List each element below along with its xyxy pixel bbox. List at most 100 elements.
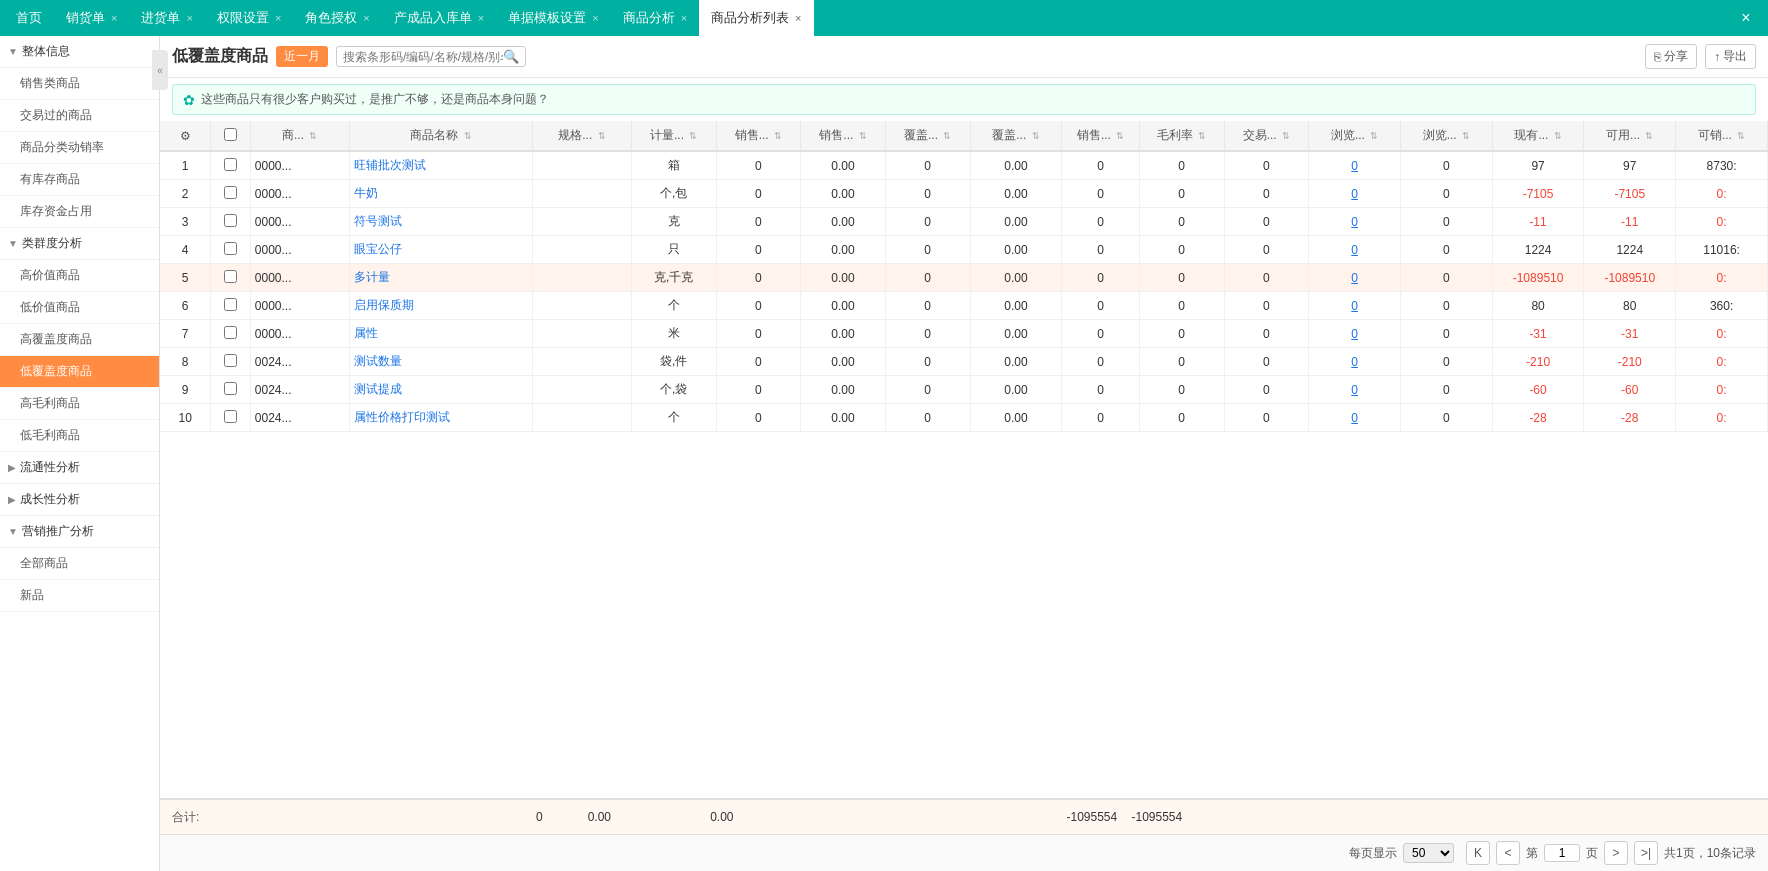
nav-tab-production[interactable]: 产成品入库单 × — [382, 0, 496, 36]
cell-name[interactable]: 多计量 — [349, 264, 532, 292]
nav-tab-template-close[interactable]: × — [592, 12, 598, 24]
col-header-browse2[interactable]: 浏览... ⇅ — [1400, 121, 1492, 151]
cell-check[interactable] — [211, 320, 251, 348]
col-stock1-sort[interactable]: ⇅ — [1554, 131, 1562, 141]
next-page-button[interactable]: > — [1604, 841, 1628, 865]
col-header-cover1[interactable]: 覆盖... ⇅ — [885, 121, 970, 151]
nav-tab-production-close[interactable]: × — [478, 12, 484, 24]
col-header-sales2[interactable]: 销售... ⇅ — [1062, 121, 1140, 151]
sidebar-section-growth[interactable]: ▶ 成长性分析 — [0, 484, 159, 516]
cell-check[interactable] — [211, 348, 251, 376]
col-trade-sort[interactable]: ⇅ — [1282, 131, 1290, 141]
cell-name[interactable]: 测试数量 — [349, 348, 532, 376]
nav-tab-roles-close[interactable]: × — [363, 12, 369, 24]
share-button[interactable]: ⎘ 分享 — [1645, 44, 1697, 69]
col-header-avail[interactable]: 可用... ⇅ — [1584, 121, 1676, 151]
select-all-checkbox[interactable] — [224, 128, 237, 141]
sidebar-item-category-rate[interactable]: 商品分类动销率 — [0, 132, 159, 164]
sidebar-collapse-button[interactable]: « — [152, 50, 168, 90]
nav-tab-purchase[interactable]: 进货单 × — [129, 0, 204, 36]
col-sales2-sort[interactable]: ⇅ — [1116, 131, 1124, 141]
cell-check[interactable] — [211, 236, 251, 264]
col-header-browse1[interactable]: 浏览... ⇅ — [1309, 121, 1401, 151]
export-button[interactable]: ↑ 导出 — [1705, 44, 1756, 69]
cell-browse1[interactable]: 0 — [1309, 292, 1401, 320]
col-cover1-sort[interactable]: ⇅ — [943, 131, 951, 141]
cell-name[interactable]: 牛奶 — [349, 180, 532, 208]
sidebar-item-in-stock[interactable]: 有库存商品 — [0, 164, 159, 196]
col-header-sales-amt[interactable]: 销售... ⇅ — [801, 121, 886, 151]
cell-name[interactable]: 测试提成 — [349, 376, 532, 404]
sidebar-item-high-gross[interactable]: 高毛利商品 — [0, 388, 159, 420]
nav-tab-analysis-list[interactable]: 商品分析列表 × — [699, 0, 813, 36]
row-checkbox[interactable] — [224, 382, 237, 395]
sidebar-item-traded-products[interactable]: 交易过的商品 — [0, 100, 159, 132]
cell-check[interactable] — [211, 404, 251, 432]
col-sales-amt-sort[interactable]: ⇅ — [859, 131, 867, 141]
row-checkbox[interactable] — [224, 214, 237, 227]
cell-browse1[interactable]: 0 — [1309, 376, 1401, 404]
nav-tab-permissions[interactable]: 权限设置 × — [205, 0, 293, 36]
row-checkbox[interactable] — [224, 326, 237, 339]
col-header-stock1[interactable]: 现有... ⇅ — [1492, 121, 1584, 151]
row-checkbox[interactable] — [224, 186, 237, 199]
window-close-button[interactable]: × — [1728, 0, 1764, 36]
last-page-button[interactable]: >| — [1634, 841, 1658, 865]
cell-browse1[interactable]: 0 — [1309, 151, 1401, 180]
col-browse1-sort[interactable]: ⇅ — [1370, 131, 1378, 141]
cell-browse1[interactable]: 0 — [1309, 404, 1401, 432]
row-checkbox[interactable] — [224, 242, 237, 255]
cell-browse1[interactable]: 0 — [1309, 320, 1401, 348]
nav-tab-template[interactable]: 单据模板设置 × — [496, 0, 610, 36]
page-number-input[interactable] — [1544, 844, 1580, 862]
row-checkbox[interactable] — [224, 270, 237, 283]
cell-check[interactable] — [211, 264, 251, 292]
col-spec-sort[interactable]: ⇅ — [598, 131, 606, 141]
cell-name[interactable]: 启用保质期 — [349, 292, 532, 320]
row-checkbox[interactable] — [224, 354, 237, 367]
sidebar-item-high-value[interactable]: 高价值商品 — [0, 260, 159, 292]
table-container[interactable]: ⚙ 商... ⇅ 商品名称 ⇅ — [160, 121, 1768, 798]
sidebar-item-stock-fund[interactable]: 库存资金占用 — [0, 196, 159, 228]
nav-tab-sales[interactable]: 销货单 × — [54, 0, 129, 36]
nav-tab-sales-close[interactable]: × — [111, 12, 117, 24]
sidebar-item-new-products[interactable]: 新品 — [0, 580, 159, 612]
col-header-trade[interactable]: 交易... ⇅ — [1224, 121, 1309, 151]
cell-name[interactable]: 眼宝公仔 — [349, 236, 532, 264]
col-header-cover2[interactable]: 覆盖... ⇅ — [970, 121, 1062, 151]
col-header-idx[interactable]: ⚙ — [160, 121, 211, 151]
col-header-gross[interactable]: 毛利率 ⇅ — [1139, 121, 1224, 151]
col-cover2-sort[interactable]: ⇅ — [1032, 131, 1040, 141]
col-header-saleable[interactable]: 可销... ⇅ — [1676, 121, 1768, 151]
col-header-check[interactable] — [211, 121, 251, 151]
cell-browse1[interactable]: 0 — [1309, 208, 1401, 236]
cell-check[interactable] — [211, 376, 251, 404]
nav-tab-home[interactable]: 首页 — [4, 0, 54, 36]
col-avail-sort[interactable]: ⇅ — [1645, 131, 1653, 141]
search-input[interactable] — [343, 50, 503, 64]
sidebar-item-low-gross[interactable]: 低毛利商品 — [0, 420, 159, 452]
cell-check[interactable] — [211, 292, 251, 320]
nav-tab-analysis-close[interactable]: × — [681, 12, 687, 24]
col-header-unit[interactable]: 计量... ⇅ — [631, 121, 716, 151]
first-page-button[interactable]: K — [1466, 841, 1490, 865]
sidebar-section-overall[interactable]: ▼ 整体信息 — [0, 36, 159, 68]
nav-tab-analysis[interactable]: 商品分析 × — [611, 0, 699, 36]
col-gross-sort[interactable]: ⇅ — [1198, 131, 1206, 141]
sidebar-item-low-value[interactable]: 低价值商品 — [0, 292, 159, 324]
col-header-sales-qty[interactable]: 销售... ⇅ — [716, 121, 801, 151]
cell-name[interactable]: 属性价格打印测试 — [349, 404, 532, 432]
cell-check[interactable] — [211, 208, 251, 236]
sidebar-section-marketing[interactable]: ▼ 营销推广分析 — [0, 516, 159, 548]
col-header-name[interactable]: 商品名称 ⇅ — [349, 121, 532, 151]
time-filter-button[interactable]: 近一月 — [276, 46, 328, 67]
row-checkbox[interactable] — [224, 298, 237, 311]
cell-name[interactable]: 属性 — [349, 320, 532, 348]
sidebar-item-low-coverage[interactable]: 低覆盖度商品 — [0, 356, 159, 388]
col-sales-qty-sort[interactable]: ⇅ — [774, 131, 782, 141]
col-browse2-sort[interactable]: ⇅ — [1462, 131, 1470, 141]
nav-tab-permissions-close[interactable]: × — [275, 12, 281, 24]
cell-name[interactable]: 符号测试 — [349, 208, 532, 236]
nav-tab-analysis-list-close[interactable]: × — [795, 12, 801, 24]
sidebar-item-sales-products[interactable]: 销售类商品 — [0, 68, 159, 100]
